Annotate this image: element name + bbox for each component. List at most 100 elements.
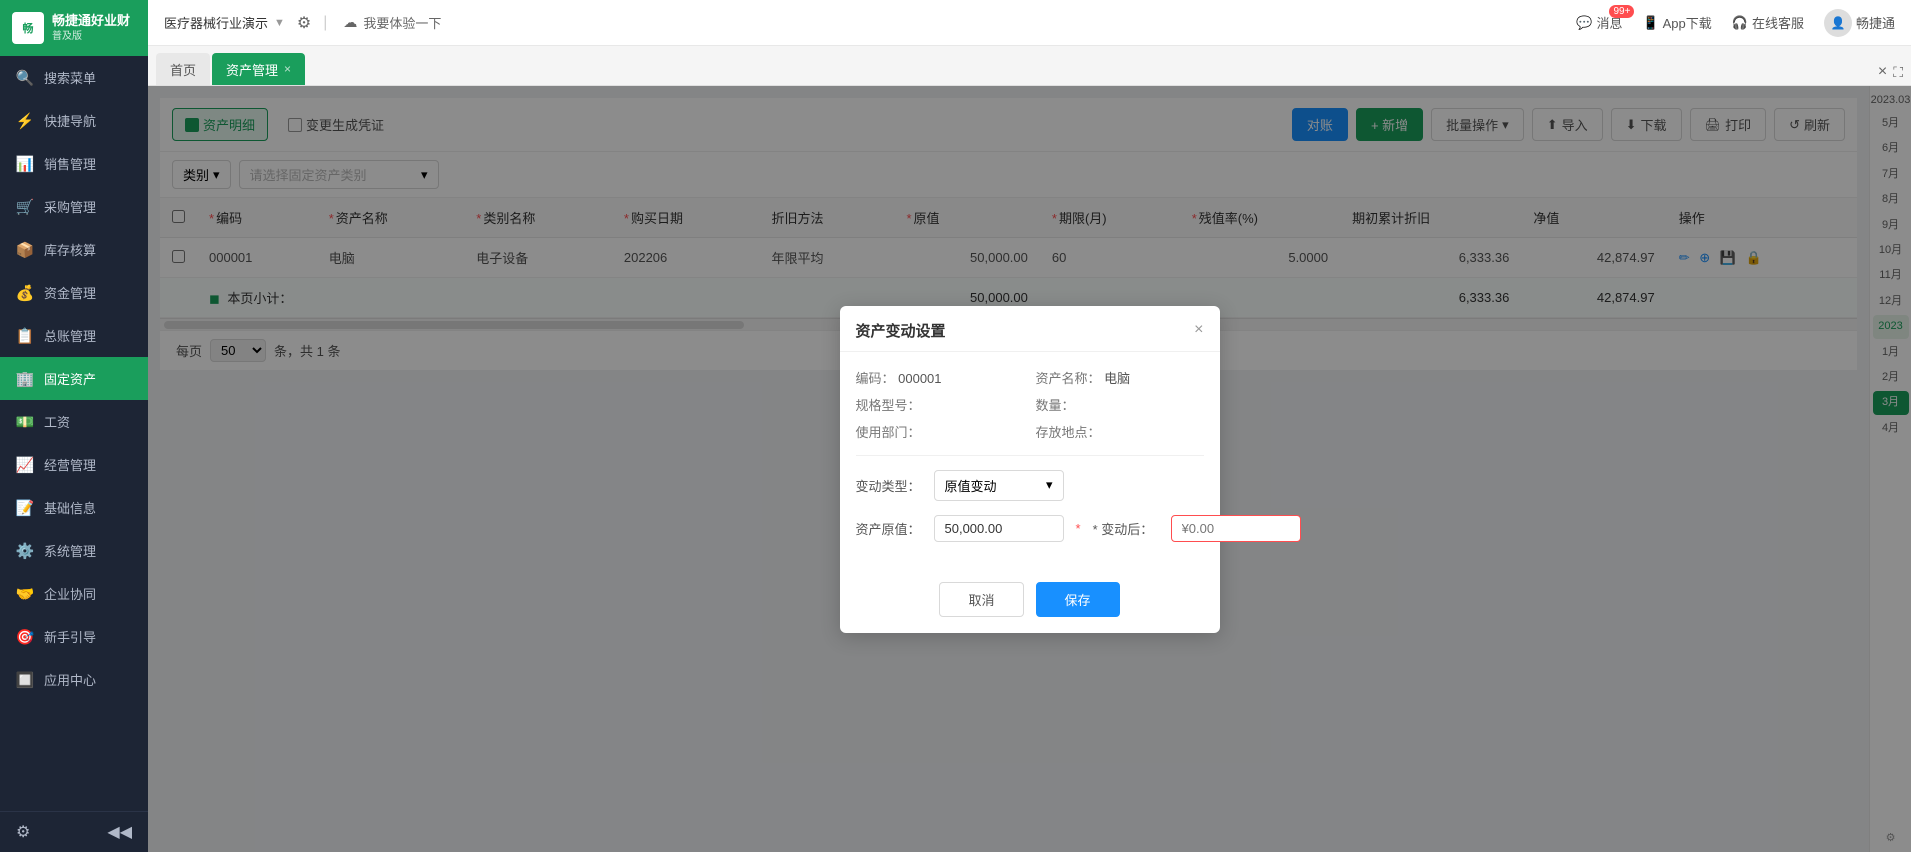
info-qty: 数量： (1036, 395, 1204, 414)
system-icon: ⚙️ (16, 542, 34, 560)
after-value-input[interactable] (1171, 515, 1301, 542)
original-label: 资产原值： (856, 519, 926, 538)
required-mark: * (1076, 521, 1081, 536)
sidebar-item-label: 快捷导航 (44, 111, 96, 130)
sidebar-item-ops[interactable]: 📈 经营管理 (0, 443, 148, 486)
company-selector[interactable]: 医疗器械行业演示 ▼ (164, 13, 285, 32)
sidebar-item-salary[interactable]: 💵 工资 (0, 400, 148, 443)
ops-icon: 📈 (16, 456, 34, 474)
avatar: 👤 (1824, 9, 1852, 37)
salary-icon: 💵 (16, 413, 34, 431)
tab-home-label: 首页 (170, 60, 196, 79)
sidebar-item-label: 采购管理 (44, 197, 96, 216)
messages-btn[interactable]: 💬 消息 99+ (1576, 13, 1622, 32)
sidebar-item-purchase[interactable]: 🛒 采购管理 (0, 185, 148, 228)
company-arrow-icon: ▼ (274, 17, 285, 29)
logo-icon: 畅 (12, 12, 44, 44)
form-row-original: 资产原值： * * 变动后： (856, 515, 1204, 542)
sidebar-item-finance[interactable]: 💰 资金管理 (0, 271, 148, 314)
sidebar-bottom: ⚙ ◀◀ (0, 811, 148, 852)
cloud-icon: ☁ (343, 14, 357, 31)
tab-home[interactable]: 首页 (156, 53, 210, 85)
modal-footer: 取消 保存 (840, 572, 1220, 633)
modal-close-btn[interactable]: × (1194, 321, 1203, 339)
change-type-arrow-icon: ▾ (1046, 477, 1053, 493)
change-type-select[interactable]: 原值变动 ▾ (934, 470, 1064, 501)
app-subtitle: 普及版 (52, 30, 130, 43)
info-code: 编码： 000001 (856, 368, 1024, 387)
collapse-icon[interactable]: ◀◀ (107, 822, 132, 842)
sidebar-logo: 畅 畅捷通好业财 普及版 (0, 0, 148, 56)
sidebar-item-quicknav[interactable]: ⚡ 快捷导航 (0, 99, 148, 142)
sidebar-item-basic[interactable]: 📝 基础信息 (0, 486, 148, 529)
sidebar-item-inventory[interactable]: 📦 库存核算 (0, 228, 148, 271)
main-area: 医疗器械行业演示 ▼ ⚙ | ☁ 我要体验一下 💬 消息 99+ 📱 App下载… (148, 0, 1911, 852)
sidebar-item-label: 经营管理 (44, 455, 96, 474)
collab-icon: 🤝 (16, 585, 34, 603)
modal-body: 编码： 000001 资产名称： 电脑 规格型号： 数量： (840, 352, 1220, 572)
sidebar-item-label: 工资 (44, 412, 70, 431)
change-type-value: 原值变动 (945, 476, 997, 495)
user-btn[interactable]: 👤 畅捷通 (1824, 9, 1895, 37)
app-download-label: App下载 (1663, 13, 1712, 32)
topbar-settings-icon[interactable]: ⚙ (297, 13, 311, 33)
modal-info-grid: 编码： 000001 资产名称： 电脑 规格型号： 数量： (856, 368, 1204, 441)
info-location: 存放地点： (1036, 422, 1204, 441)
sales-icon: 📊 (16, 155, 34, 173)
experience-label: 我要体验一下 (363, 13, 441, 32)
inventory-icon: 📦 (16, 241, 34, 259)
sidebar-item-label: 应用中心 (44, 670, 96, 689)
sidebar-item-label: 企业协同 (44, 584, 96, 603)
cancel-button[interactable]: 取消 (939, 582, 1023, 617)
asset-change-modal: 资产变动设置 × 编码： 000001 资产名称： 电脑 (840, 306, 1220, 633)
basic-icon: 📝 (16, 499, 34, 517)
sidebar-item-assets[interactable]: 🏢 固定资产 (0, 357, 148, 400)
ledger-icon: 📋 (16, 327, 34, 345)
message-icon: 💬 (1576, 15, 1592, 31)
tab-assets-label: 资产管理 (226, 60, 278, 79)
company-name: 医疗器械行业演示 (164, 13, 268, 32)
app-download-icon: 📱 (1642, 15, 1658, 31)
save-button[interactable]: 保存 (1036, 582, 1120, 617)
sidebar: 畅 畅捷通好业财 普及版 🔍 搜索菜单 ⚡ 快捷导航 📊 销售管理 🛒 采购管理… (0, 0, 148, 852)
tab-assets[interactable]: 资产管理 × (212, 53, 305, 85)
tabbar: 首页 资产管理 × × ⛶ (148, 46, 1911, 86)
sidebar-item-label: 搜索菜单 (44, 68, 96, 87)
sidebar-item-ledger[interactable]: 📋 总账管理 (0, 314, 148, 357)
message-badge: 99+ (1609, 5, 1634, 18)
sidebar-scroll: 🔍 搜索菜单 ⚡ 快捷导航 📊 销售管理 🛒 采购管理 📦 库存核算 💰 资金管… (0, 56, 148, 811)
sidebar-item-apps[interactable]: 🔲 应用中心 (0, 658, 148, 701)
original-value-input[interactable] (934, 515, 1064, 542)
sidebar-item-collab[interactable]: 🤝 企业协同 (0, 572, 148, 615)
sidebar-item-label: 总账管理 (44, 326, 96, 345)
after-label: * 变动后： (1093, 519, 1163, 538)
tab-close-icon[interactable]: × (284, 62, 291, 76)
purchase-icon: 🛒 (16, 198, 34, 216)
sidebar-item-search[interactable]: 🔍 搜索菜单 (0, 56, 148, 99)
app-download-btn[interactable]: 📱 App下载 (1642, 13, 1711, 32)
service-icon: 🎧 (1732, 15, 1748, 31)
sidebar-item-guide[interactable]: 🎯 新手引导 (0, 615, 148, 658)
user-label: 畅捷通 (1856, 13, 1895, 32)
modal-divider (856, 455, 1204, 456)
info-dept: 使用部门： (856, 422, 1024, 441)
sidebar-item-label: 新手引导 (44, 627, 96, 646)
tab-close-window-icon[interactable]: × (1878, 63, 1887, 81)
sidebar-item-label: 固定资产 (44, 369, 96, 388)
settings-bottom-icon[interactable]: ⚙ (16, 822, 30, 842)
info-name-value: 电脑 (1104, 371, 1130, 386)
content-area: 资产明细 变更生成凭证 对账 + 新增 批量操作 ▾ ⬆ (148, 86, 1911, 852)
experience-btn[interactable]: ☁ 我要体验一下 (343, 13, 441, 32)
quicknav-icon: ⚡ (16, 112, 34, 130)
tab-maximize-icon[interactable]: ⛶ (1893, 64, 1903, 81)
info-name: 资产名称： 电脑 (1036, 368, 1204, 387)
sidebar-item-label: 资金管理 (44, 283, 96, 302)
sidebar-item-label: 销售管理 (44, 154, 96, 173)
sidebar-item-system[interactable]: ⚙️ 系统管理 (0, 529, 148, 572)
sidebar-item-sales[interactable]: 📊 销售管理 (0, 142, 148, 185)
sidebar-item-label: 基础信息 (44, 498, 96, 517)
modal-overlay[interactable]: 资产变动设置 × 编码： 000001 资产名称： 电脑 (148, 86, 1911, 852)
apps-icon: 🔲 (16, 671, 34, 689)
app-title: 畅捷通好业财 (52, 13, 130, 30)
service-btn[interactable]: 🎧 在线客服 (1732, 13, 1804, 32)
